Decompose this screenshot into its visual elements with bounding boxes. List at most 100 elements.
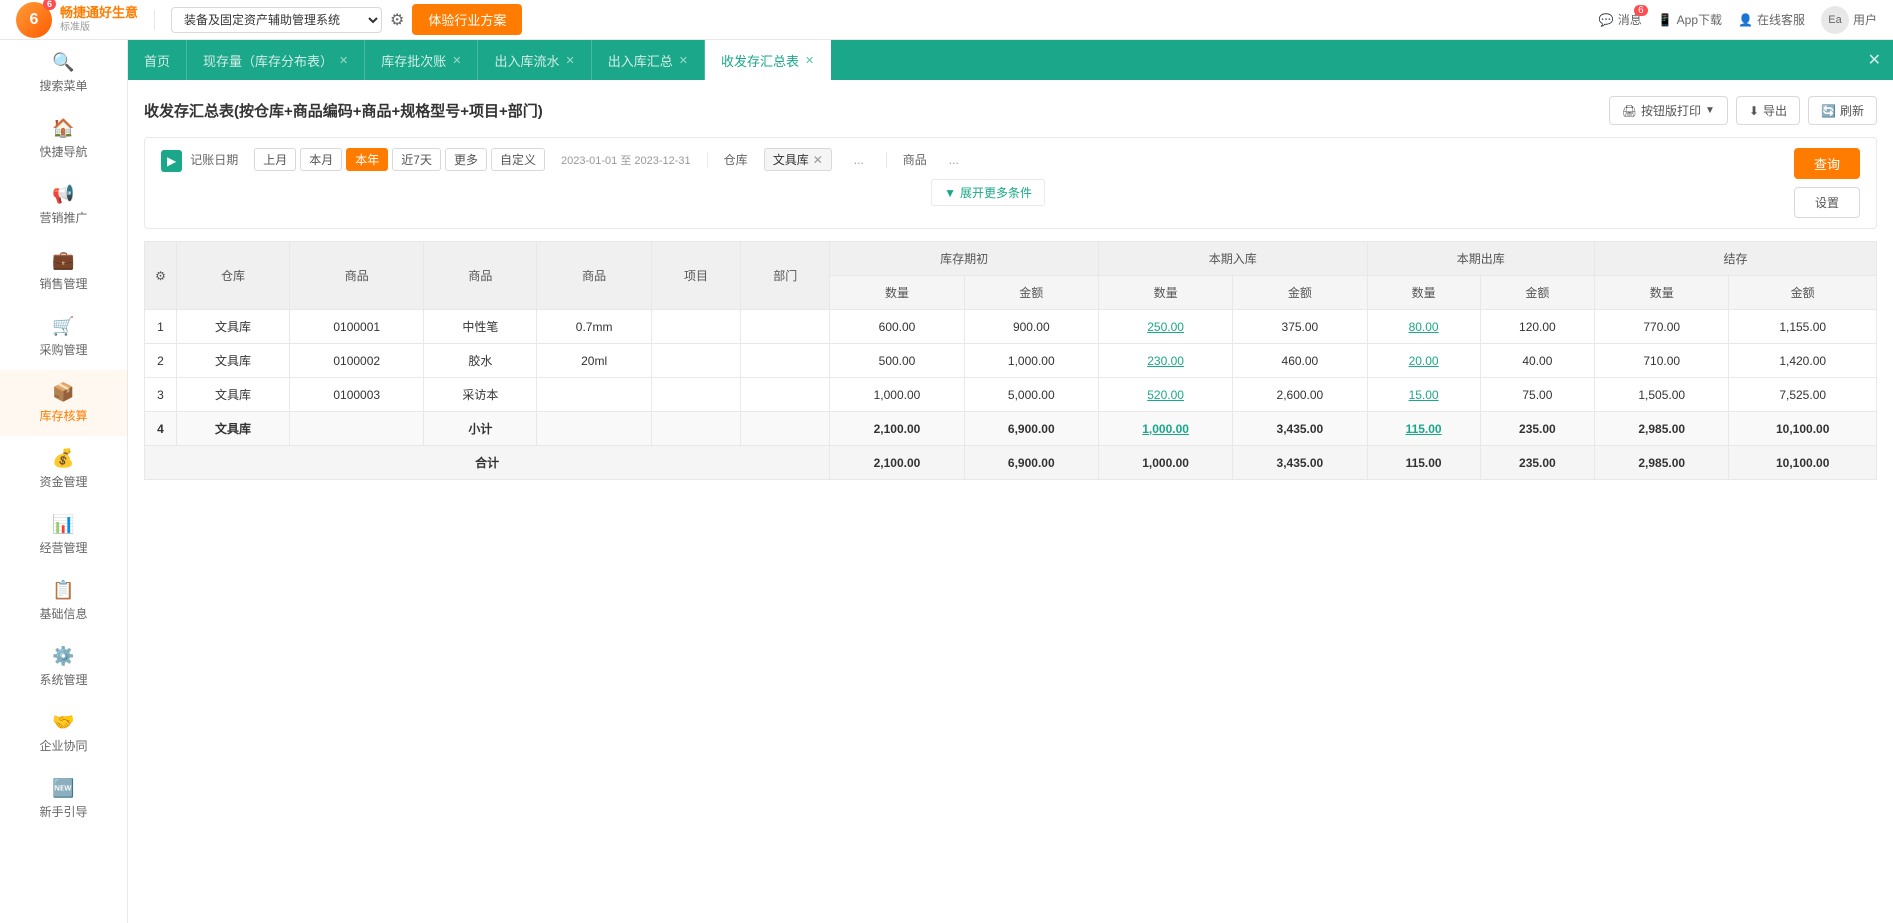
sidebar-item-inventory[interactable]: 📦库存核算 xyxy=(0,370,127,436)
gear-button[interactable]: ⚙ xyxy=(390,10,404,30)
date-btn-custom[interactable]: 自定义 xyxy=(491,148,545,171)
top-bar-left: 6 6 畅捷通好生意 标准版 装备及固定资产辅助管理系统 装备及固定资产辅助管理… xyxy=(16,2,522,38)
row-in-qty[interactable]: 520.00 xyxy=(1098,378,1232,412)
tab-home[interactable]: 首页 xyxy=(128,40,187,80)
tab-recv-send[interactable]: 收发存汇总表✕ xyxy=(705,40,831,80)
footer-open-amt: 6,900.00 xyxy=(964,446,1098,480)
sidebar-item-basic[interactable]: 📋基础信息 xyxy=(0,568,127,634)
print-button[interactable]: 🖨 按钮版打印 ▼ xyxy=(1609,96,1728,125)
col-in-header: 本期入库 xyxy=(1098,242,1367,276)
tab-label-home: 首页 xyxy=(144,51,170,70)
tab-batch[interactable]: 库存批次账✕ xyxy=(365,40,478,80)
warehouse-tag-remove[interactable]: ✕ xyxy=(813,153,823,167)
tab-stock-dist[interactable]: 现存量（库存分布表）✕ xyxy=(187,40,365,80)
row-out-qty[interactable]: 80.00 xyxy=(1367,310,1480,344)
sidebar-item-system[interactable]: ⚙️ 系统管理 xyxy=(0,634,127,700)
row-no: 3 xyxy=(145,378,177,412)
inventory-icon: 📦 xyxy=(52,382,74,403)
row-project xyxy=(651,412,740,446)
tab-close-batch[interactable]: ✕ xyxy=(452,54,461,67)
service-icon: 👤 xyxy=(1738,13,1753,27)
sidebar-label-nav: 快捷导航 xyxy=(39,143,87,160)
sidebar-label-finance: 资金管理 xyxy=(39,473,87,490)
filter-bar: ▶ 记账日期 上月 本月 本年 近7天 更多 xyxy=(144,137,1877,229)
row-spec: 20ml xyxy=(537,344,651,378)
close-all-tabs[interactable]: ✕ xyxy=(1856,50,1893,70)
date-btn-prev-month[interactable]: 上月 xyxy=(254,148,296,171)
sidebar-item-guide[interactable]: 🆕新手引导 xyxy=(0,766,127,832)
sidebar-label-guide: 新手引导 xyxy=(39,803,87,820)
page-content: 收发存汇总表(按仓库+商品编码+商品+规格型号+项目+部门) 🖨 按钮版打印 ▼… xyxy=(128,80,1893,923)
expand-more-button[interactable]: ▼ 展开更多条件 xyxy=(931,179,1045,206)
operations-icon: 📊 xyxy=(52,514,74,535)
tab-close-in-out-summary[interactable]: ✕ xyxy=(679,54,688,67)
sidebar-item-sales[interactable]: 💼销售管理 xyxy=(0,238,127,304)
date-buttons: 上月 本月 本年 近7天 更多 自定义 xyxy=(254,148,545,171)
app-download-item[interactable]: 📱 App下载 xyxy=(1658,11,1722,28)
refresh-button[interactable]: 🔄 刷新 xyxy=(1808,96,1877,125)
row-open-amt: 6,900.00 xyxy=(964,412,1098,446)
date-btn-this-month[interactable]: 本月 xyxy=(300,148,342,171)
page-title: 收发存汇总表(按仓库+商品编码+商品+规格型号+项目+部门) xyxy=(144,100,543,121)
sidebar-item-operations[interactable]: 📊经营管理 xyxy=(0,502,127,568)
settings-button[interactable]: 设置 xyxy=(1794,187,1860,218)
row-warehouse: 文具库 xyxy=(177,344,290,378)
footer-in-qty: 1,000.00 xyxy=(1098,446,1232,480)
query-button[interactable]: 查询 xyxy=(1794,148,1860,179)
out-qty-link[interactable]: 20.00 xyxy=(1409,354,1439,368)
sidebar-item-purchase[interactable]: 🛒采购管理 xyxy=(0,304,127,370)
date-btn-7days[interactable]: 近7天 xyxy=(392,148,441,171)
open-amt-header: 金额 xyxy=(964,276,1098,310)
tab-in-out-flow[interactable]: 出入库流水✕ xyxy=(478,40,591,80)
in-qty-link[interactable]: 520.00 xyxy=(1147,388,1184,402)
sidebar-label-basic: 基础信息 xyxy=(39,605,87,622)
row-in-amt: 375.00 xyxy=(1233,310,1367,344)
row-spec: 0.7mm xyxy=(537,310,651,344)
date-range-display: 2023-01-01 至 2023-12-31 xyxy=(561,152,691,168)
col-productcode-header: 商品 xyxy=(290,242,424,310)
row-out-amt: 235.00 xyxy=(1480,412,1594,446)
table-row: 2 文具库 0100002 胶水 20ml 500.00 1,000.00 23… xyxy=(145,344,1877,378)
col-productname-header: 商品 xyxy=(424,242,537,310)
product-more-btn[interactable]: ... xyxy=(943,151,965,169)
trial-button[interactable]: 体验行业方案 xyxy=(412,4,522,35)
tab-close-stock-dist[interactable]: ✕ xyxy=(339,54,348,67)
row-in-qty[interactable]: 230.00 xyxy=(1098,344,1232,378)
row-in-qty[interactable]: 250.00 xyxy=(1098,310,1232,344)
tab-close-recv-send[interactable]: ✕ xyxy=(805,54,814,67)
sidebar-label-system: 系统管理 xyxy=(39,671,87,688)
date-btn-this-year[interactable]: 本年 xyxy=(346,148,388,171)
in-qty-link[interactable]: 250.00 xyxy=(1147,320,1184,334)
row-out-amt: 75.00 xyxy=(1480,378,1594,412)
warehouse-more-btn[interactable]: ... xyxy=(848,151,870,169)
system-icon: ⚙️ xyxy=(52,646,74,667)
footer-bal-qty: 2,985.00 xyxy=(1595,446,1729,480)
chevron-down-icon: ▼ xyxy=(1705,105,1715,116)
out-qty-link[interactable]: 80.00 xyxy=(1409,320,1439,334)
online-service-item[interactable]: 👤 在线客服 xyxy=(1738,11,1805,28)
user-item[interactable]: Ea 用户 xyxy=(1821,6,1877,34)
tab-close-in-out-flow[interactable]: ✕ xyxy=(566,54,575,67)
row-project xyxy=(651,378,740,412)
export-button[interactable]: ⬇ 导出 xyxy=(1736,96,1800,125)
date-btn-more[interactable]: 更多 xyxy=(445,148,487,171)
row-out-qty[interactable]: 15.00 xyxy=(1367,378,1480,412)
footer-open-qty: 2,100.00 xyxy=(830,446,964,480)
top-bar-right: 💬 消息 6 📱 App下载 👤 在线客服 Ea 用户 xyxy=(1599,6,1877,34)
in-qty-link[interactable]: 230.00 xyxy=(1147,354,1184,368)
sidebar-item-finance[interactable]: 💰资金管理 xyxy=(0,436,127,502)
sidebar-item-collab[interactable]: 🤝企业协同 xyxy=(0,700,127,766)
sidebar-item-search[interactable]: 🔍搜索菜单 xyxy=(0,40,127,106)
sidebar-item-nav[interactable]: 🏠快捷导航 xyxy=(0,106,127,172)
filter-toggle-button[interactable]: ▶ xyxy=(161,150,182,172)
tab-in-out-summary[interactable]: 出入库汇总✕ xyxy=(592,40,705,80)
row-out-qty[interactable]: 20.00 xyxy=(1367,344,1480,378)
main-layout: 🔍搜索菜单🏠快捷导航📢营销推广💼销售管理🛒采购管理📦库存核算💰资金管理📊经营管理… xyxy=(0,40,1893,923)
column-settings-icon[interactable]: ⚙ xyxy=(155,269,166,283)
row-bal-amt: 1,420.00 xyxy=(1729,344,1877,378)
sidebar-item-marketing[interactable]: 📢营销推广 xyxy=(0,172,127,238)
message-item[interactable]: 💬 消息 6 xyxy=(1599,11,1642,28)
row-dept xyxy=(741,378,830,412)
out-qty-link[interactable]: 15.00 xyxy=(1409,388,1439,402)
system-selector[interactable]: 装备及固定资产辅助管理系统 xyxy=(171,7,382,33)
